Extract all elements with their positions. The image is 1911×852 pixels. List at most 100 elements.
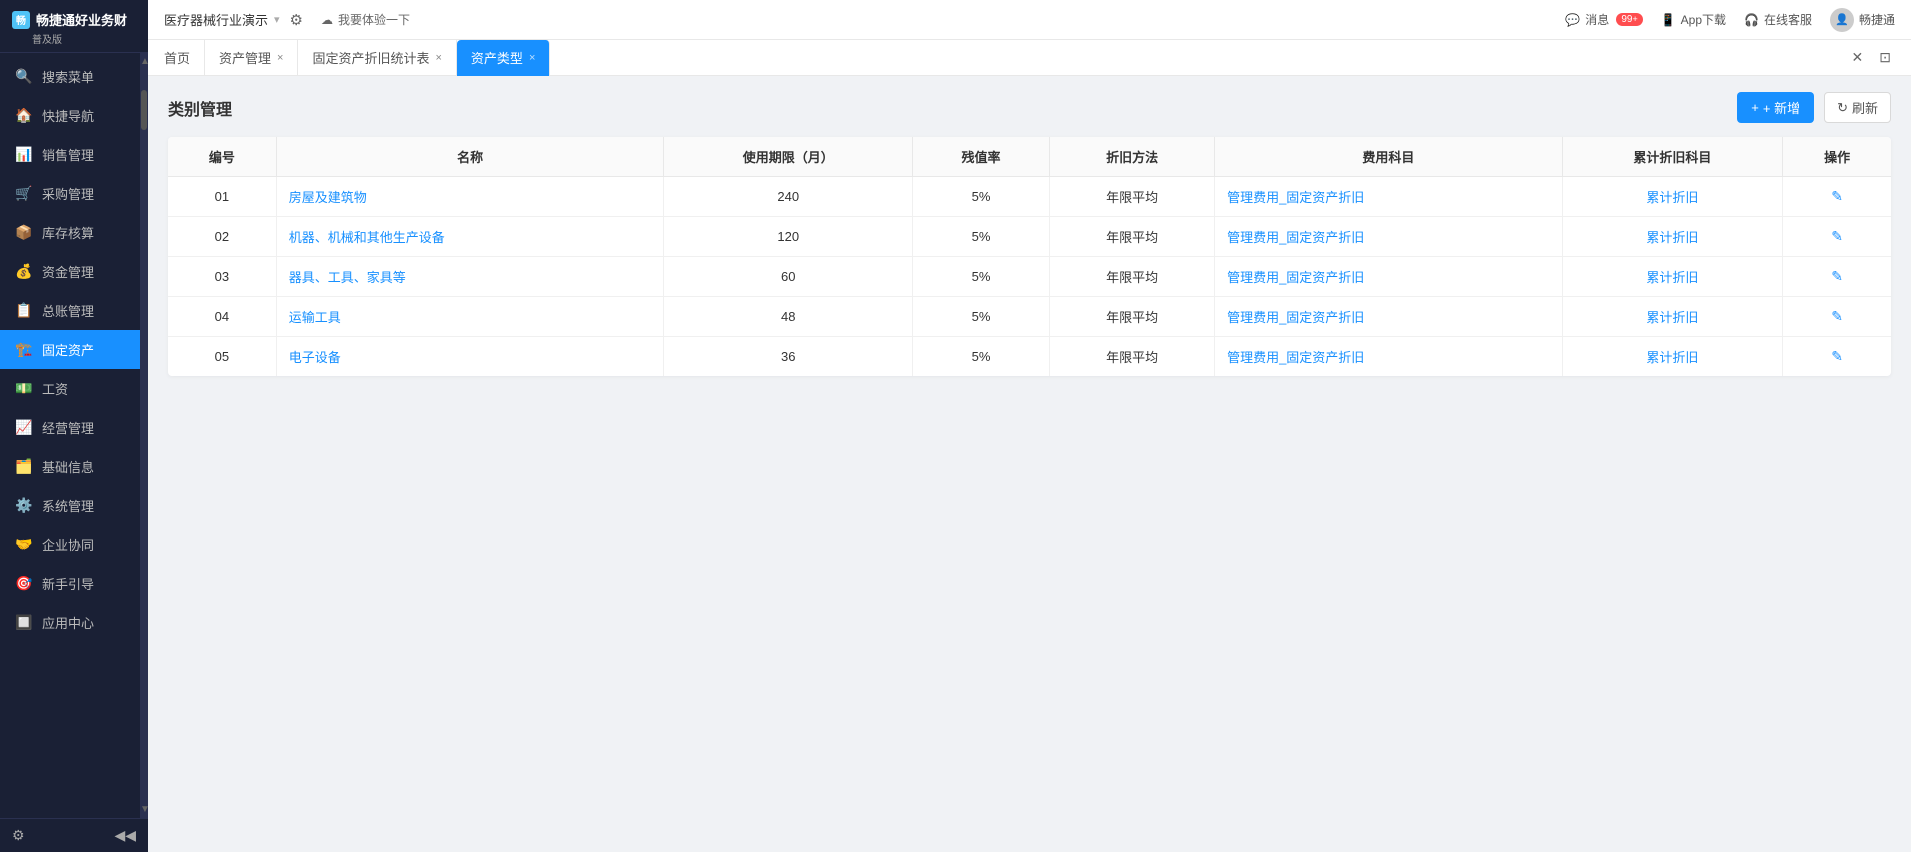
restore-window-icon[interactable]: ⊡ bbox=[1875, 47, 1895, 68]
table-header-row: 编号 名称 使用期限（月） 残值率 折旧方法 费用科目 累计折旧科目 操作 bbox=[168, 137, 1891, 177]
message-icon: 💬 bbox=[1565, 13, 1580, 27]
settings-bottom-icon[interactable]: ⚙ bbox=[12, 827, 25, 844]
cell-operation-2[interactable]: ✎ bbox=[1783, 257, 1891, 297]
logo-icon: 畅 bbox=[12, 11, 30, 29]
sidebar: 畅 畅捷通好业务财 普及版 🔍 搜索菜单 🏠 快捷导航 📊 销售管理 🛒 采购管… bbox=[0, 0, 148, 852]
sidebar-label-inventory: 库存核算 bbox=[42, 223, 94, 242]
app-subtitle: 普及版 bbox=[32, 31, 136, 46]
edit-icon-1[interactable]: ✎ bbox=[1831, 228, 1843, 244]
sidebar-item-basic-info[interactable]: 🗂️ 基础信息 bbox=[0, 447, 140, 486]
cell-name-4: 电子设备 bbox=[276, 337, 664, 377]
avatar: 👤 bbox=[1830, 8, 1854, 32]
payroll-icon: 💵 bbox=[16, 381, 32, 397]
cell-residual-rate-0: 5% bbox=[912, 177, 1049, 217]
avatar-icon: 👤 bbox=[1835, 13, 1849, 26]
system-icon: ⚙️ bbox=[16, 498, 32, 514]
tab-depreciation-table[interactable]: 固定资产折旧统计表 × bbox=[298, 40, 456, 76]
experience-button[interactable]: ☁ 我要体验一下 bbox=[313, 8, 418, 31]
tab-home[interactable]: 首页 bbox=[164, 40, 205, 76]
tab-close-asset-management[interactable]: × bbox=[277, 52, 283, 64]
ledger-icon: 📋 bbox=[16, 303, 32, 319]
sidebar-logo: 畅 畅捷通好业务财 普及版 bbox=[0, 0, 148, 53]
sidebar-bottom: ⚙ ◀◀ bbox=[0, 818, 148, 852]
sidebar-item-operations[interactable]: 📈 经营管理 bbox=[0, 408, 140, 447]
collapse-icon[interactable]: ◀◀ bbox=[114, 827, 136, 844]
sidebar-item-inventory[interactable]: 📦 库存核算 bbox=[0, 213, 140, 252]
sidebar-item-guide[interactable]: 🎯 新手引导 bbox=[0, 564, 140, 603]
sidebar-label-operations: 经营管理 bbox=[42, 418, 94, 437]
sidebar-item-search[interactable]: 🔍 搜索菜单 bbox=[0, 57, 140, 96]
topbar-right: 💬 消息 99 📱 App下载 🎧 在线客服 👤 畅捷通 bbox=[1565, 8, 1895, 32]
sidebar-label-fixed-assets: 固定资产 bbox=[42, 340, 94, 359]
col-operation: 操作 bbox=[1783, 137, 1891, 177]
edit-icon-2[interactable]: ✎ bbox=[1831, 268, 1843, 284]
cell-accumulated-subject-4: 累计折旧 bbox=[1562, 337, 1783, 377]
cell-name-2: 器具、工具、家具等 bbox=[276, 257, 664, 297]
cell-expense-subject-4: 管理费用_固定资产折旧 bbox=[1215, 337, 1563, 377]
table-row: 04 运输工具 48 5% 年限平均 管理费用_固定资产折旧 累计折旧 ✎ bbox=[168, 297, 1891, 337]
col-accumulated-subject: 累计折旧科目 bbox=[1562, 137, 1783, 177]
sidebar-label-payroll: 工资 bbox=[42, 379, 68, 398]
chevron-down-icon: ▾ bbox=[274, 13, 280, 26]
scroll-down-arrow[interactable]: ▼ bbox=[140, 801, 148, 818]
cell-depreciation-method-4: 年限平均 bbox=[1050, 337, 1215, 377]
refresh-icon: ↻ bbox=[1837, 100, 1848, 116]
tab-asset-type[interactable]: 资产类型 × bbox=[457, 40, 550, 76]
edit-icon-0[interactable]: ✎ bbox=[1831, 188, 1843, 204]
cell-operation-0[interactable]: ✎ bbox=[1783, 177, 1891, 217]
sidebar-item-app-center[interactable]: 🔲 应用中心 bbox=[0, 603, 140, 642]
cell-expense-subject-0: 管理费用_固定资产折旧 bbox=[1215, 177, 1563, 217]
cell-useful-life-1: 120 bbox=[664, 217, 913, 257]
sidebar-item-purchase[interactable]: 🛒 采购管理 bbox=[0, 174, 140, 213]
cell-operation-1[interactable]: ✎ bbox=[1783, 217, 1891, 257]
cell-residual-rate-2: 5% bbox=[912, 257, 1049, 297]
sidebar-label-system: 系统管理 bbox=[42, 496, 94, 515]
table-row: 02 机器、机械和其他生产设备 120 5% 年限平均 管理费用_固定资产折旧 … bbox=[168, 217, 1891, 257]
user-action[interactable]: 👤 畅捷通 bbox=[1830, 8, 1895, 32]
sales-icon: 📊 bbox=[16, 147, 32, 163]
online-service-action[interactable]: 🎧 在线客服 bbox=[1744, 11, 1812, 28]
cell-useful-life-0: 240 bbox=[664, 177, 913, 217]
tab-close-asset-type[interactable]: × bbox=[529, 52, 535, 64]
headset-icon: 🎧 bbox=[1744, 13, 1759, 27]
sidebar-item-ledger[interactable]: 📋 总账管理 bbox=[0, 291, 140, 330]
page-title: 类别管理 bbox=[168, 96, 232, 120]
purchase-icon: 🛒 bbox=[16, 186, 32, 202]
edit-icon-3[interactable]: ✎ bbox=[1831, 308, 1843, 324]
close-tab-icon[interactable]: ✕ bbox=[1848, 47, 1868, 68]
sidebar-item-sales[interactable]: 📊 销售管理 bbox=[0, 135, 140, 174]
cell-operation-4[interactable]: ✎ bbox=[1783, 337, 1891, 377]
sidebar-scrollbar[interactable]: ▲ ▼ bbox=[140, 53, 148, 818]
sidebar-item-system[interactable]: ⚙️ 系统管理 bbox=[0, 486, 140, 525]
edit-icon-4[interactable]: ✎ bbox=[1831, 348, 1843, 364]
quick-nav-icon: 🏠 bbox=[16, 108, 32, 124]
col-name: 名称 bbox=[276, 137, 664, 177]
tab-close-depreciation-table[interactable]: × bbox=[435, 52, 441, 64]
main-area: 医疗器械行业演示 ▾ ⚙ ☁ 我要体验一下 💬 消息 99 📱 App下载 🎧 … bbox=[148, 0, 1911, 852]
tab-asset-management[interactable]: 资产管理 × bbox=[205, 40, 298, 76]
refresh-button[interactable]: ↻ 刷新 bbox=[1824, 92, 1891, 123]
phone-icon: 📱 bbox=[1661, 13, 1676, 27]
sidebar-item-payroll[interactable]: 💵 工资 bbox=[0, 369, 140, 408]
sidebar-item-quick-nav[interactable]: 🏠 快捷导航 bbox=[0, 96, 140, 135]
cell-useful-life-3: 48 bbox=[664, 297, 913, 337]
sidebar-item-enterprise[interactable]: 🤝 企业协同 bbox=[0, 525, 140, 564]
company-name: 医疗器械行业演示 bbox=[164, 10, 268, 29]
cell-operation-3[interactable]: ✎ bbox=[1783, 297, 1891, 337]
cell-expense-subject-1: 管理费用_固定资产折旧 bbox=[1215, 217, 1563, 257]
messages-action[interactable]: 💬 消息 99 bbox=[1565, 11, 1642, 28]
cell-depreciation-method-1: 年限平均 bbox=[1050, 217, 1215, 257]
col-depreciation-method: 折旧方法 bbox=[1050, 137, 1215, 177]
app-download-action[interactable]: 📱 App下载 bbox=[1661, 11, 1726, 28]
sidebar-item-finance[interactable]: 💰 资金管理 bbox=[0, 252, 140, 291]
company-selector[interactable]: 医疗器械行业演示 ▾ bbox=[164, 10, 280, 29]
cell-code-3: 04 bbox=[168, 297, 276, 337]
add-button[interactable]: + + 新增 bbox=[1737, 92, 1814, 123]
table-row: 03 器具、工具、家具等 60 5% 年限平均 管理费用_固定资产折旧 累计折旧… bbox=[168, 257, 1891, 297]
scroll-up-arrow[interactable]: ▲ bbox=[140, 53, 148, 70]
topbar-settings-icon[interactable]: ⚙ bbox=[290, 11, 303, 29]
col-expense-subject: 费用科目 bbox=[1215, 137, 1563, 177]
sidebar-item-fixed-assets[interactable]: 🏗️ 固定资产 bbox=[0, 330, 140, 369]
app-title: 畅 畅捷通好业务财 bbox=[12, 10, 136, 29]
enterprise-icon: 🤝 bbox=[16, 537, 32, 553]
